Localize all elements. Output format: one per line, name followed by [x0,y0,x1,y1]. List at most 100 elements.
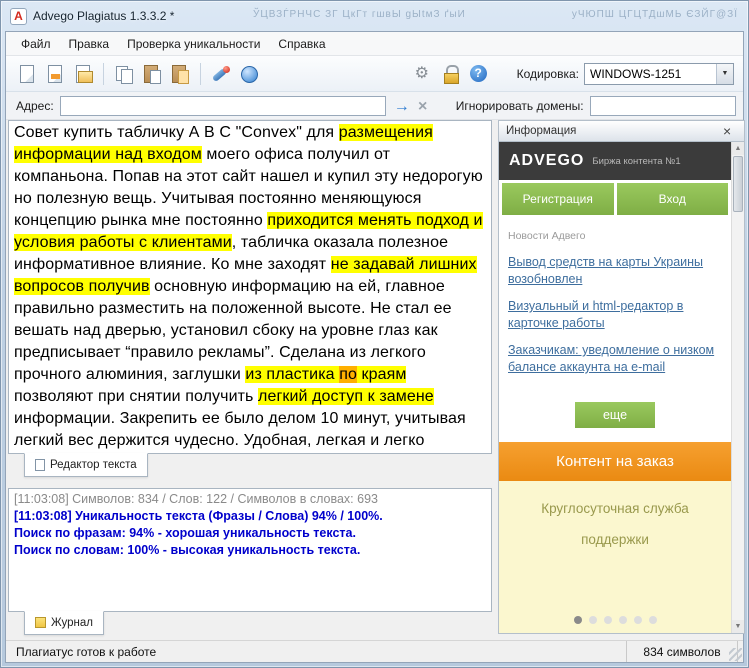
carousel-dot[interactable] [648,616,657,624]
address-input[interactable] [59,95,386,116]
news-link[interactable]: Визуальный и html-редактор в карточке ра… [508,298,722,332]
info-scrollbar[interactable]: ▲ ▼ [731,142,744,633]
news-link[interactable]: Вывод средств на карты Украины возобновл… [508,254,722,288]
auth-buttons-row: Регистрация Вход [499,180,731,218]
plain-text: информации. Закрепить ее было делом 10 м… [14,410,466,449]
document-icon [35,458,45,471]
web-check-icon [239,64,259,84]
more-wrap: еще [499,402,731,428]
help-button[interactable] [466,61,492,87]
paste-html-button[interactable] [167,61,193,87]
log-line: [11:03:08] Символов: 834 / Слов: 122 / С… [14,492,378,506]
menu-item-1[interactable]: Файл [12,33,60,55]
address-label: Адрес: [16,98,54,113]
app-icon: A [10,7,27,25]
news-list: Вывод средств на карты Украины возобновл… [499,244,731,386]
titlebar-artifact-text: ЎЦВЗЃРНЧС ЗГ ЦкГт гшвЫ gЫtмЗ ґыИ [253,9,466,20]
content-order-banner[interactable]: Контент на заказ [499,442,731,481]
encoding-label: Кодировка: [516,66,579,81]
carousel-dot[interactable] [588,616,597,624]
support-line-1: Круглосуточная служба [541,501,689,516]
toolbar: Кодировка: WINDOWS-1251 [6,56,743,92]
lock-icon [441,64,461,84]
journal-tabstrip: Журнал [8,611,104,635]
log-output: [11:03:08] Символов: 834 / Слов: 122 / С… [8,488,492,612]
news-link[interactable]: Заказчикам: уведомление о низком балансе… [508,342,722,376]
go-button[interactable] [388,95,410,117]
log-line: Поиск по словам: 100% - высокая уникальн… [14,543,361,557]
advego-logo[interactable]: ADVEGO [509,152,584,170]
arrow-right-icon [394,99,410,114]
register-button[interactable]: Регистрация [502,183,614,215]
advego-site-header: ADVEGO Биржа контента №1 [499,142,731,180]
ignore-domains-input[interactable] [589,95,736,116]
login-button[interactable]: Вход [616,183,728,215]
tab-text-editor[interactable]: Редактор текста [24,453,148,477]
char-count: 834 символов [626,641,738,662]
scroll-down-icon[interactable]: ▼ [732,620,744,633]
toolbar-right-group: Кодировка: WINDOWS-1251 [410,61,743,87]
carousel-dot[interactable] [573,616,582,624]
embedded-webpage: ADVEGO Биржа контента №1 Регистрация Вхо… [499,142,731,633]
info-close-button[interactable] [723,124,737,138]
menu-item-4[interactable]: Справка [269,33,334,55]
log-line: Поиск по фразам: 94% - хорошая уникально… [14,526,356,540]
news-title: Новости Адвего [508,230,586,242]
resize-grip[interactable] [729,648,742,661]
clear-address-button[interactable] [412,95,434,117]
web-check-button[interactable] [236,61,262,87]
lock-button[interactable] [438,61,464,87]
info-panel: Информация ADVEGO Биржа контента №1 Реги… [498,120,745,634]
highlighted-text: краям [356,366,407,383]
plain-text: позволяют при снятии получить [14,388,259,405]
chevron-down-icon[interactable] [716,63,733,84]
check-uniqueness-icon [211,64,231,84]
editor-area: Совет купить табличку А В С "Convex" для… [6,120,494,640]
titlebar-artifact-text-right: уЧЮПШ ЦГЦТДшМЬ ЄЗЙГ@ЗЇ [571,9,738,20]
check-uniqueness-button[interactable] [208,61,234,87]
copy-icon [114,64,134,84]
new-document-icon [17,64,37,84]
carousel-dot[interactable] [603,616,612,624]
plain-text: Совет купить табличку А В С "Convex" для [14,124,339,141]
encoding-select[interactable]: WINDOWS-1251 [584,62,734,85]
window-title: Advego Plagiatus 1.3.3.2 * [33,9,175,23]
help-icon [469,64,489,84]
more-button[interactable]: еще [574,402,656,428]
ignore-domains-label: Игнорировать домены: [455,98,584,113]
advego-tagline: Биржа контента №1 [592,155,681,167]
text-editor[interactable]: Совет купить табличку А В С "Convex" для… [8,120,492,454]
toolbar-separator [103,62,104,85]
open-file-icon [73,64,93,84]
encoding-value: WINDOWS-1251 [590,66,682,81]
status-text: Плагиатус готов к работе [16,645,157,659]
main-area: Совет купить табличку А В С "Convex" для… [6,120,745,640]
menu-item-3[interactable]: Проверка уникальности [118,33,269,55]
carousel-dots [499,616,731,624]
scrollbar-thumb[interactable] [733,156,743,212]
log-line: [11:03:08] Уникальность текста (Фразы / … [14,509,383,523]
support-line-2: поддержки [581,532,649,547]
editor-tabstrip: Редактор текста [8,453,148,477]
settings-icon [413,64,433,84]
tab-text-editor-label: Редактор текста [50,458,137,471]
highlighted-text: из пластика [245,366,340,383]
carousel-dot[interactable] [633,616,642,624]
settings-button[interactable] [410,61,436,87]
app-window: A Advego Plagiatus 1.3.3.2 * ЎЦВЗЃРНЧС З… [0,0,749,668]
page-html-icon [45,64,65,84]
highlighted-text: легкий доступ к замене [258,388,434,405]
menu-item-2[interactable]: Правка [60,33,119,55]
info-panel-body: ADVEGO Биржа контента №1 Регистрация Вхо… [498,142,745,634]
new-document-button[interactable] [14,61,40,87]
scroll-up-icon[interactable]: ▲ [732,142,744,155]
open-file-button[interactable] [70,61,96,87]
copy-button[interactable] [111,61,137,87]
tab-journal[interactable]: Журнал [24,611,104,635]
tab-journal-label: Журнал [51,616,93,629]
menu-bar: Файл Правка Проверка уникальности Справка [6,32,743,56]
page-html-button[interactable] [42,61,68,87]
paste-button[interactable] [139,61,165,87]
address-row: Адрес: Игнорировать домены: [6,92,743,120]
carousel-dot[interactable] [618,616,627,624]
